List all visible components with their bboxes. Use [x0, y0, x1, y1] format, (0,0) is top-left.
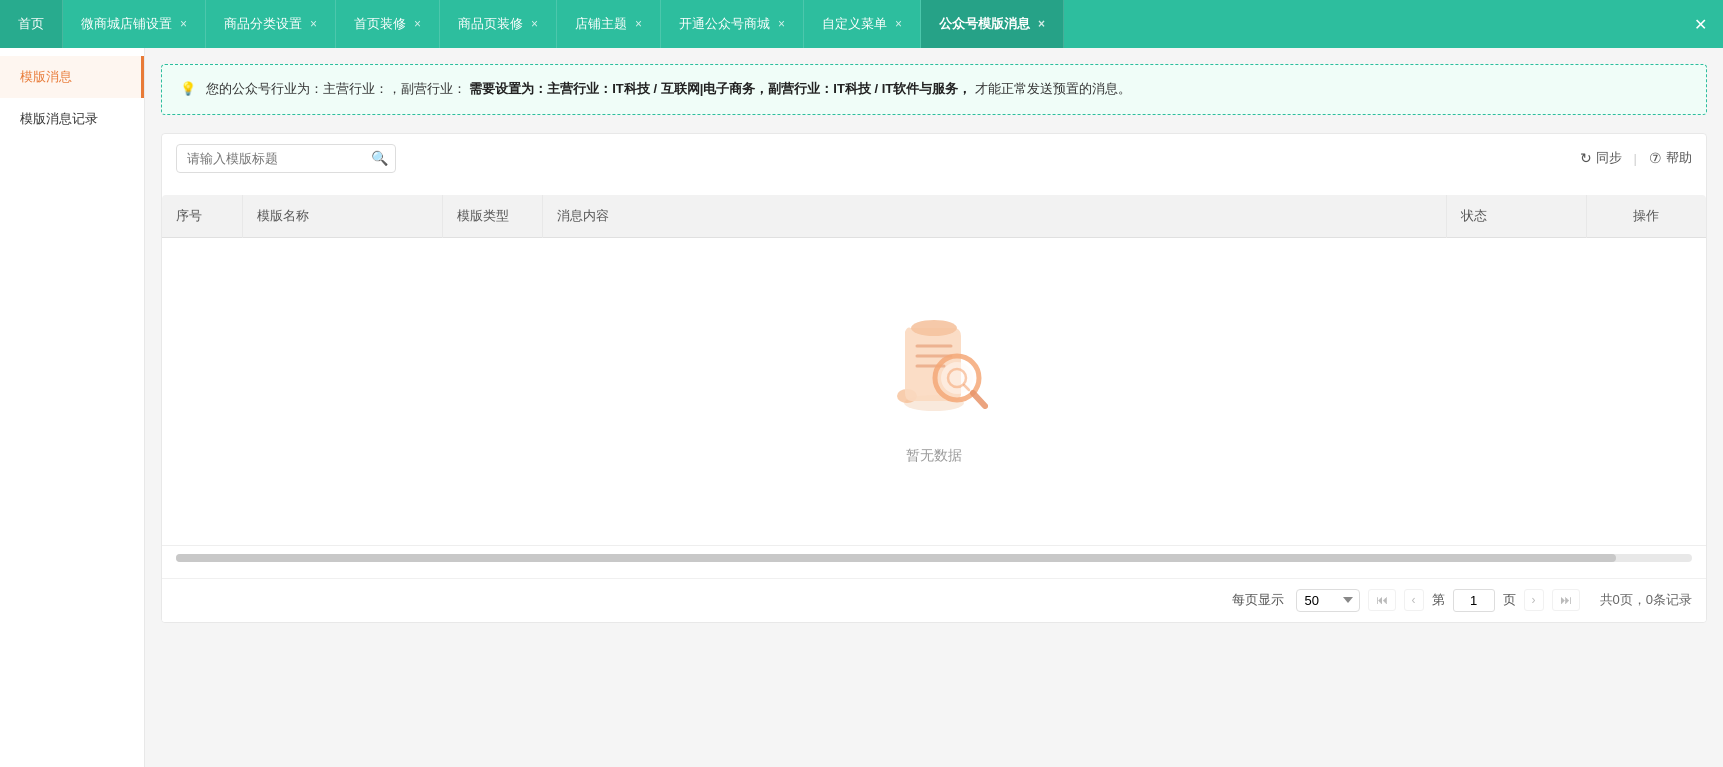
- tab-homepage-decor[interactable]: 首页装修 ×: [336, 0, 440, 48]
- scrollbar-area: [162, 545, 1706, 578]
- bulb-icon: 💡: [180, 81, 196, 96]
- next-page-button[interactable]: ›: [1524, 589, 1544, 611]
- close-tab-weshop-settings[interactable]: ×: [180, 17, 187, 31]
- tab-custom-menu[interactable]: 自定义菜单 ×: [804, 0, 921, 48]
- empty-state-row: 暂无数据: [162, 237, 1706, 545]
- col-header-index: 序号: [162, 195, 242, 238]
- col-header-content: 消息内容: [542, 195, 1446, 238]
- page-size-select[interactable]: 50 10 20 100: [1296, 589, 1360, 612]
- help-button[interactable]: ⑦ 帮助: [1649, 149, 1692, 167]
- close-all-tabs-button[interactable]: ✕: [1678, 0, 1723, 48]
- data-table: 序号 模版名称 模版类型 消息内容 状态: [162, 195, 1706, 545]
- svg-line-8: [973, 393, 985, 406]
- table-body: 暂无数据: [162, 237, 1706, 545]
- page-number-input[interactable]: [1453, 589, 1495, 612]
- tab-open-mall[interactable]: 开通公众号商城 ×: [661, 0, 804, 48]
- divider: |: [1634, 151, 1637, 166]
- tab-template-message[interactable]: 公众号模版消息 ×: [921, 0, 1064, 48]
- sync-icon: ↻: [1580, 150, 1592, 166]
- pagination-row: 每页显示 50 10 20 100 ⏮ ‹ 第 页 › ⏭ 共0页，0条记录: [162, 578, 1706, 622]
- empty-text: 暂无数据: [182, 447, 1686, 465]
- search-input-wrap: 🔍: [176, 144, 396, 173]
- tab-product-page-decor[interactable]: 商品页装修 ×: [440, 0, 557, 48]
- sync-button[interactable]: ↻ 同步: [1580, 149, 1622, 167]
- tab-home[interactable]: 首页: [0, 0, 63, 48]
- close-tab-product-category[interactable]: ×: [310, 17, 317, 31]
- empty-state: 暂无数据: [162, 238, 1706, 545]
- page-size-label: 每页显示: [1232, 591, 1284, 609]
- prev-page-button[interactable]: ‹: [1404, 589, 1424, 611]
- close-tab-custom-menu[interactable]: ×: [895, 17, 902, 31]
- search-icon[interactable]: 🔍: [371, 150, 388, 166]
- search-input[interactable]: [176, 144, 396, 173]
- page-di-label: 第: [1432, 591, 1445, 609]
- tab-weshop-settings[interactable]: 微商城店铺设置 ×: [63, 0, 206, 48]
- sidebar: 模版消息 模版消息记录: [0, 48, 145, 767]
- col-header-name: 模版名称: [242, 195, 442, 238]
- alert-banner: 💡 您的公众号行业为：主营行业：，副营行业： 需要设置为：主营行业：IT科技 /…: [161, 64, 1707, 115]
- close-tab-shop-theme[interactable]: ×: [635, 17, 642, 31]
- tab-product-category[interactable]: 商品分类设置 ×: [206, 0, 336, 48]
- close-tab-template-message[interactable]: ×: [1038, 17, 1045, 31]
- sidebar-item-template-msg[interactable]: 模版消息: [0, 56, 144, 98]
- table-header-row: 序号 模版名称 模版类型 消息内容 状态: [162, 195, 1706, 238]
- main-layout: 模版消息 模版消息记录 💡 您的公众号行业为：主营行业：，副营行业： 需要设置为…: [0, 48, 1723, 767]
- tab-shop-theme[interactable]: 店铺主题 ×: [557, 0, 661, 48]
- help-icon: ⑦: [1649, 150, 1662, 166]
- empty-illustration: [869, 298, 999, 428]
- close-tab-product-page-decor[interactable]: ×: [531, 17, 538, 31]
- last-page-button[interactable]: ⏭: [1552, 589, 1580, 611]
- total-info: 共0页，0条记录: [1600, 591, 1692, 609]
- search-row: 🔍 ↻ 同步 | ⑦ 帮助: [162, 134, 1706, 183]
- col-header-type: 模版类型: [442, 195, 542, 238]
- col-header-status: 状态: [1446, 195, 1586, 238]
- first-page-button[interactable]: ⏮: [1368, 589, 1396, 611]
- empty-icon-wrap: [182, 298, 1686, 431]
- sidebar-item-template-msg-record[interactable]: 模版消息记录: [0, 98, 144, 140]
- scrollbar-thumb: [176, 554, 1616, 562]
- svg-point-5: [911, 320, 957, 336]
- content-area: 💡 您的公众号行业为：主营行业：，副营行业： 需要设置为：主营行业：IT科技 /…: [145, 48, 1723, 767]
- top-nav: 首页 微商城店铺设置 × 商品分类设置 × 首页装修 × 商品页装修 × 店铺主…: [0, 0, 1723, 48]
- close-tab-open-mall[interactable]: ×: [778, 17, 785, 31]
- col-header-action: 操作: [1586, 195, 1706, 238]
- search-actions: ↻ 同步 | ⑦ 帮助: [1580, 149, 1692, 167]
- page-word: 页: [1503, 591, 1516, 609]
- close-tab-homepage-decor[interactable]: ×: [414, 17, 421, 31]
- fake-scrollbar[interactable]: [176, 554, 1692, 562]
